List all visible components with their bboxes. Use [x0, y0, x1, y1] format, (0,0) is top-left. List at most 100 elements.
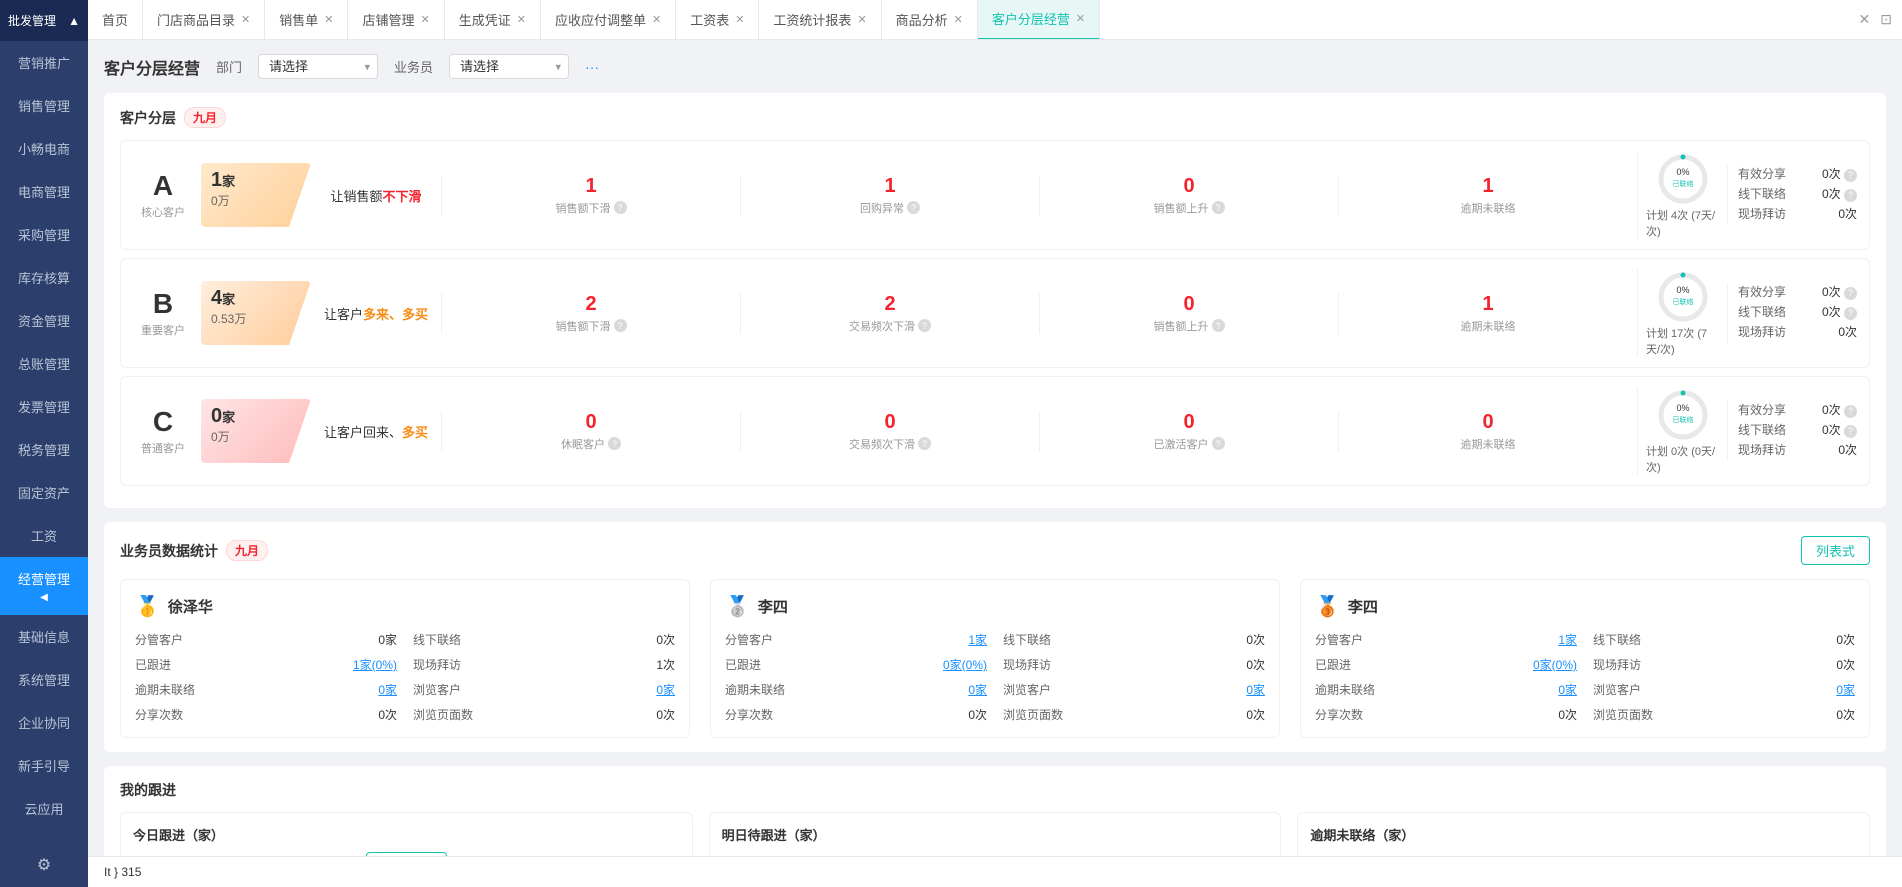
info-icon[interactable]: ?	[918, 319, 931, 332]
tabs-bar: 首页 门店商品目录 ✕ 销售单 ✕ 店铺管理 ✕ 生成凭证 ✕ 应收应付调整单 …	[88, 0, 1902, 40]
info-icon[interactable]: ?	[614, 319, 627, 332]
svg-text:0%: 0%	[1676, 167, 1689, 177]
info-icon[interactable]: ?	[1212, 319, 1225, 332]
tier-label-c: C 普通客户	[133, 406, 193, 456]
biz-row: 分管客户 1家	[725, 631, 987, 648]
biz-row: 浏览页面数 0次	[1593, 706, 1855, 723]
tab-payroll[interactable]: 工资表 ✕	[676, 0, 759, 40]
info-icon[interactable]: ?	[1844, 189, 1857, 202]
close-icon[interactable]: ✕	[324, 13, 333, 26]
circle-sub-a: 计划 4次 (7天/次)	[1646, 207, 1719, 239]
info-icon[interactable]: ?	[1212, 437, 1225, 450]
tab-voucher[interactable]: 生成凭证 ✕	[445, 0, 541, 40]
close-icon[interactable]: ✕	[241, 13, 250, 26]
svg-text:已联络: 已联络	[1672, 179, 1693, 188]
main-area: 首页 门店商品目录 ✕ 销售单 ✕ 店铺管理 ✕ 生成凭证 ✕ 应收应付调整单 …	[88, 0, 1902, 887]
info-icon[interactable]: ?	[608, 437, 621, 450]
biz-row: 线下联络 0次	[1593, 631, 1855, 648]
info-icon[interactable]: ?	[614, 201, 627, 214]
dept-select[interactable]: 请选择	[258, 54, 378, 79]
biz-row: 浏览客户 0家	[1003, 681, 1265, 698]
sidebar-item-purchase[interactable]: 采购管理	[0, 213, 88, 256]
biz-row: 现场拜访 1次	[413, 656, 675, 673]
follow-card-title: 逾期未联络（家）	[1310, 825, 1857, 844]
biz-row: 分享次数 0次	[725, 706, 987, 723]
tab-home[interactable]: 首页	[88, 0, 143, 40]
progress-circle: 0% 已联络	[1655, 387, 1711, 443]
window-icon[interactable]: ⊡	[1880, 11, 1892, 28]
info-icon[interactable]: ?	[1844, 425, 1857, 438]
sidebar-item-assets[interactable]: 固定资产	[0, 471, 88, 514]
close-all-icon[interactable]: ✕	[1859, 11, 1871, 28]
info-icon[interactable]: ?	[907, 201, 920, 214]
staff-label: 业务员	[394, 57, 433, 76]
sidebar-item-ledger[interactable]: 总账管理	[0, 342, 88, 385]
svg-text:0%: 0%	[1676, 403, 1689, 413]
stat-cell: 1 销售额下滑 ?	[441, 175, 740, 216]
tab-ar-ap[interactable]: 应收应付调整单 ✕	[541, 0, 676, 40]
close-icon[interactable]: ✕	[857, 13, 866, 26]
sidebar-item-management[interactable]: 经营管理 ◀	[0, 557, 88, 615]
info-icon[interactable]: ?	[1844, 287, 1857, 300]
tabs-end-controls: ✕ ⊡	[1859, 11, 1902, 28]
info-icon[interactable]: ?	[1844, 307, 1857, 320]
staff-select[interactable]: 请选择	[449, 54, 569, 79]
close-icon[interactable]: ✕	[421, 13, 430, 26]
sidebar-item-finance[interactable]: 资金管理	[0, 299, 88, 342]
sidebar-item-system[interactable]: 系统管理	[0, 658, 88, 701]
sidebar-item-ecommerce[interactable]: 电商管理	[0, 170, 88, 213]
tab-customer-tier[interactable]: 客户分层经营 ✕	[978, 0, 1100, 40]
tier-row-b: B 重要客户 4家 0.53万 让客户多来、多买 2 销售额下滑 ?	[120, 258, 1870, 368]
svg-text:0%: 0%	[1676, 285, 1689, 295]
biz-card-header-1: 🥇 徐泽华	[135, 594, 675, 619]
stat-cell: 0 逾期未联络	[1338, 411, 1637, 452]
month-badge: 九月	[184, 107, 226, 128]
sidebar-item-tax[interactable]: 税务管理	[0, 428, 88, 471]
sidebar-item-inventory[interactable]: 库存核算	[0, 256, 88, 299]
sidebar-item-invoice[interactable]: 发票管理	[0, 385, 88, 428]
tab-store-products[interactable]: 门店商品目录 ✕	[143, 0, 265, 40]
sidebar-item-payroll[interactable]: 工资	[0, 514, 88, 557]
list-view-button[interactable]: 列表式	[1801, 536, 1870, 565]
tab-product-analysis[interactable]: 商品分析 ✕	[882, 0, 978, 40]
biz-row: 分管客户 1家	[1315, 631, 1577, 648]
bottom-bar: It } 315	[88, 856, 1902, 887]
close-icon[interactable]: ✕	[735, 13, 744, 26]
right-stats-b: 有效分享 0次 ? 线下联络 0次 ? 现场拜访 0次	[1727, 283, 1857, 343]
tab-store-manage[interactable]: 店铺管理 ✕	[348, 0, 444, 40]
circle-block-a: 0% 已联络 计划 4次 (7天/次)	[1637, 151, 1727, 239]
sidebar-header[interactable]: 批发管理 ▲	[0, 0, 88, 41]
sidebar-toggle-icon[interactable]: ▲	[68, 14, 80, 28]
biz-row: 逾期未联络 0家	[725, 681, 987, 698]
progress-circle: 0% 已联络	[1655, 269, 1711, 325]
info-icon[interactable]: ?	[1212, 201, 1225, 214]
info-icon[interactable]: ?	[918, 437, 931, 450]
tier-label-a: A 核心客户	[133, 170, 193, 220]
close-icon[interactable]: ✕	[517, 13, 526, 26]
tab-payroll-report[interactable]: 工资统计报表 ✕	[759, 0, 881, 40]
biz-row: 逾期未联络 0家	[1315, 681, 1577, 698]
staff-select-wrap: 请选择	[449, 54, 569, 79]
sidebar-item-collab[interactable]: 企业协同	[0, 701, 88, 744]
close-icon[interactable]: ✕	[1076, 12, 1085, 25]
biz-card-2: 🥈 李四 分管客户 1家 线下联络 0次 已跟进	[710, 579, 1280, 738]
biz-row: 已跟进 1家(0%)	[135, 656, 397, 673]
close-icon[interactable]: ✕	[954, 13, 963, 26]
sidebar-item-marketing[interactable]: 营销推广	[0, 41, 88, 84]
circle-block-c: 0% 已联络 计划 0次 (0天/次)	[1637, 387, 1727, 475]
sidebar-item-sales[interactable]: 销售管理	[0, 84, 88, 127]
sidebar-item-guide[interactable]: 新手引导	[0, 744, 88, 787]
sidebar-item-cloud[interactable]: 云应用	[0, 787, 88, 830]
sidebar-item-ecommerce-mini[interactable]: 小畅电商	[0, 127, 88, 170]
more-filter-btn[interactable]: ···	[585, 59, 599, 75]
tier-slogan-b: 让客户多来、多买	[311, 304, 441, 323]
biz-grid-2: 分管客户 1家 线下联络 0次 已跟进 0家(0%) 现场拜访	[725, 631, 1265, 723]
info-icon[interactable]: ?	[1844, 169, 1857, 182]
close-icon[interactable]: ✕	[652, 13, 661, 26]
tab-sales-order[interactable]: 销售单 ✕	[265, 0, 348, 40]
info-icon[interactable]: ?	[1844, 405, 1857, 418]
settings-icon[interactable]: ⚙	[0, 843, 88, 887]
tier-stats-c: 0 休眠客户 ? 0 交易频次下滑 ? 0 已激活客户 ? 0 逾期未联络	[441, 411, 1637, 452]
section-title-customer: 客户分层 九月	[120, 107, 1870, 128]
sidebar-item-basic[interactable]: 基础信息	[0, 615, 88, 658]
